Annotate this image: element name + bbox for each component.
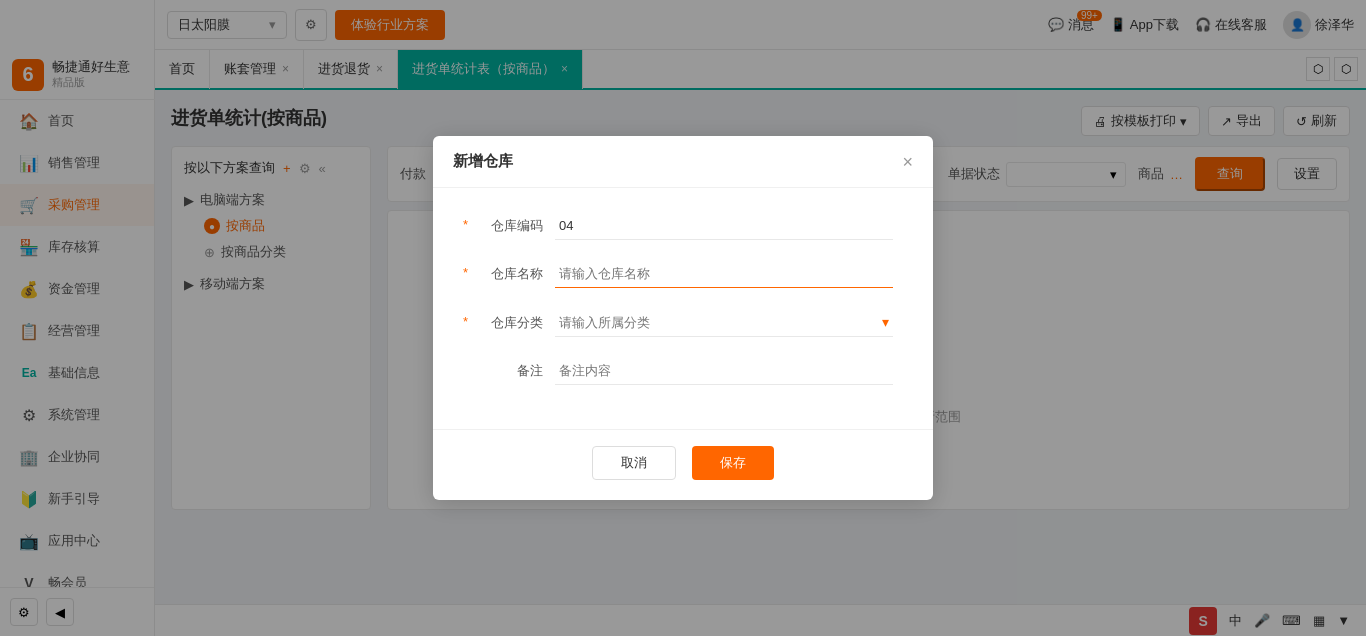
dialog-title: 新增仓库 [453, 152, 513, 171]
form-row-category: 仓库分类 ▾ [473, 308, 893, 337]
code-input[interactable] [555, 212, 893, 240]
dialog-close-btn[interactable]: × [902, 153, 913, 171]
category-input[interactable] [559, 315, 882, 330]
form-row-name: 仓库名称 [473, 260, 893, 288]
note-label: 备注 [473, 362, 543, 380]
dialog-header: 新增仓库 × [433, 136, 933, 188]
note-input[interactable] [555, 357, 893, 385]
save-button[interactable]: 保存 [692, 446, 774, 480]
new-warehouse-dialog: 新增仓库 × 仓库编码 仓库名称 仓库分类 ▾ [433, 136, 933, 500]
dialog-footer: 取消 保存 [433, 429, 933, 500]
code-label: 仓库编码 [473, 217, 543, 235]
category-label: 仓库分类 [473, 314, 543, 332]
name-input[interactable] [555, 260, 893, 288]
modal-overlay[interactable]: 新增仓库 × 仓库编码 仓库名称 仓库分类 ▾ [0, 0, 1366, 636]
name-label: 仓库名称 [473, 265, 543, 283]
category-dropdown-icon: ▾ [882, 314, 889, 330]
dialog-body: 仓库编码 仓库名称 仓库分类 ▾ 备注 [433, 188, 933, 429]
form-row-code: 仓库编码 [473, 212, 893, 240]
form-row-note: 备注 [473, 357, 893, 385]
cancel-button[interactable]: 取消 [592, 446, 676, 480]
category-select[interactable]: ▾ [555, 308, 893, 337]
